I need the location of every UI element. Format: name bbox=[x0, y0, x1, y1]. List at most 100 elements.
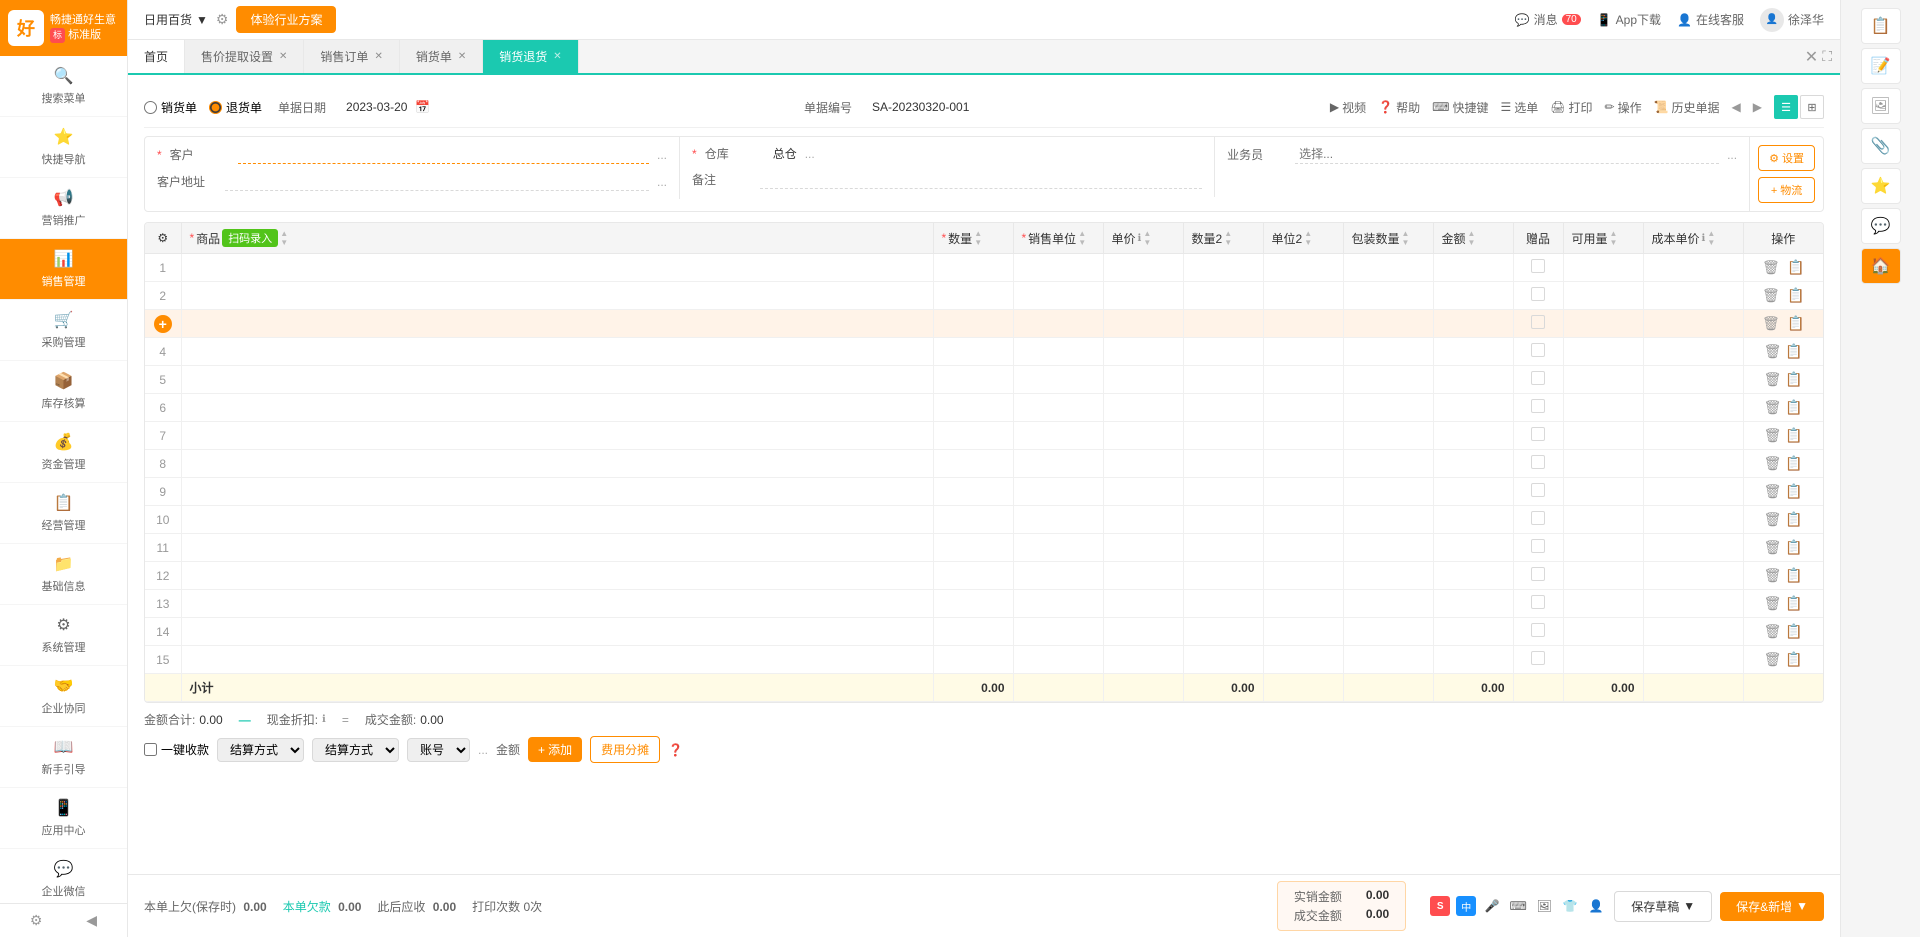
col-gear-header[interactable]: ⚙ bbox=[145, 223, 181, 254]
copy-row-1-icon[interactable]: 📋 bbox=[1787, 259, 1804, 275]
scan-input-button[interactable]: 扫码录入 bbox=[222, 229, 278, 247]
account-dots-icon[interactable]: ... bbox=[478, 743, 488, 757]
delete-row-3-icon[interactable]: 🗑 bbox=[1762, 315, 1780, 331]
taskbar-shirt-icon[interactable]: 👕 bbox=[1560, 896, 1580, 916]
product-cell-3[interactable] bbox=[181, 310, 933, 338]
unit-cell-1[interactable] bbox=[1013, 254, 1103, 282]
qty2-sort-icon[interactable]: ▲▼ bbox=[1224, 229, 1232, 247]
qty-cell-3[interactable] bbox=[933, 310, 1013, 338]
remark-input[interactable] bbox=[760, 170, 1202, 189]
copy-icon[interactable]: 📋 bbox=[1785, 511, 1802, 527]
online-service-btn[interactable]: 👤 在线客服 bbox=[1677, 11, 1744, 28]
discount-info-icon[interactable]: ℹ bbox=[322, 714, 326, 725]
sidebar-item-system[interactable]: ⚙ 系统管理 bbox=[0, 605, 127, 666]
delete-icon[interactable]: 🗑 bbox=[1764, 343, 1782, 359]
unit2-cell-2[interactable] bbox=[1263, 282, 1343, 310]
sidebar-item-purchase[interactable]: 🛒 采购管理 bbox=[0, 300, 127, 361]
sidebar-item-operations[interactable]: 📋 经营管理 bbox=[0, 483, 127, 544]
close-tab-icon[interactable]: ✕ bbox=[1805, 47, 1818, 67]
cost-sort-icon[interactable]: ▲▼ bbox=[1707, 229, 1715, 247]
logistics-btn[interactable]: + 物流 bbox=[1758, 177, 1815, 203]
amount-cell-3[interactable] bbox=[1433, 310, 1513, 338]
qty-sort-icon[interactable]: ▲▼ bbox=[974, 229, 982, 247]
expand-tab-icon[interactable]: ⛶ bbox=[1822, 48, 1832, 65]
pack-cell-2[interactable] bbox=[1343, 282, 1433, 310]
delete-icon[interactable]: 🗑 bbox=[1764, 455, 1782, 471]
right-panel-msg-btn[interactable]: 💬 bbox=[1861, 208, 1901, 244]
video-btn[interactable]: ▶ 视频 bbox=[1330, 99, 1366, 116]
available-cell-2[interactable] bbox=[1563, 282, 1643, 310]
account-select[interactable]: 账号 bbox=[407, 738, 470, 762]
pack-cell-1[interactable] bbox=[1343, 254, 1433, 282]
address-input[interactable] bbox=[225, 172, 649, 191]
delete-row-1-icon[interactable]: 🗑 bbox=[1762, 259, 1780, 275]
calendar-icon[interactable]: 📅 bbox=[415, 100, 430, 114]
delete-icon[interactable]: 🗑 bbox=[1764, 427, 1782, 443]
price-sort-icon[interactable]: ▲▼ bbox=[1143, 229, 1151, 247]
delete-icon[interactable]: 🗑 bbox=[1764, 511, 1782, 527]
sidebar-item-guide[interactable]: 📖 新手引导 bbox=[0, 727, 127, 788]
sidebar-item-sales[interactable]: 📊 销售管理 bbox=[0, 239, 127, 300]
address-select-icon[interactable]: ... bbox=[657, 175, 667, 189]
amount-cell-1[interactable] bbox=[1433, 254, 1513, 282]
delete-icon[interactable]: 🗑 bbox=[1764, 567, 1782, 583]
collapse-icon[interactable]: ◀ bbox=[86, 912, 97, 929]
radio-delivery[interactable]: 销货单 bbox=[144, 99, 197, 116]
qty2-cell-3[interactable] bbox=[1183, 310, 1263, 338]
sidebar-item-app-center[interactable]: 📱 应用中心 bbox=[0, 788, 127, 849]
unit2-sort-icon[interactable]: ▲▼ bbox=[1304, 229, 1312, 247]
tab-close-return[interactable]: ✕ bbox=[553, 51, 561, 62]
delete-icon[interactable]: 🗑 bbox=[1764, 371, 1782, 387]
customer-select-icon[interactable]: ... bbox=[657, 148, 667, 162]
copy-row-2-icon[interactable]: 📋 bbox=[1787, 287, 1804, 303]
delete-icon[interactable]: 🗑 bbox=[1764, 539, 1782, 555]
price-cell-1[interactable] bbox=[1103, 254, 1183, 282]
available-cell-1[interactable] bbox=[1563, 254, 1643, 282]
unit2-cell-3[interactable] bbox=[1263, 310, 1343, 338]
copy-icon[interactable]: 📋 bbox=[1785, 567, 1802, 583]
copy-icon[interactable]: 📋 bbox=[1785, 483, 1802, 499]
price-cell-3[interactable] bbox=[1103, 310, 1183, 338]
tab-close-delivery[interactable]: ✕ bbox=[458, 51, 466, 62]
copy-icon[interactable]: 📋 bbox=[1785, 623, 1802, 639]
pack-cell-3[interactable] bbox=[1343, 310, 1433, 338]
right-panel-home-btn[interactable]: 🏠 bbox=[1861, 248, 1901, 284]
delete-icon[interactable]: 🗑 bbox=[1764, 651, 1782, 667]
industry-selector[interactable]: 日用百货 ▼ bbox=[144, 11, 208, 28]
copy-icon[interactable]: 📋 bbox=[1785, 539, 1802, 555]
copy-icon[interactable]: 📋 bbox=[1785, 343, 1802, 359]
history-btn[interactable]: 📜 历史单据 bbox=[1654, 99, 1720, 116]
grid-view-btn[interactable]: ⊞ bbox=[1800, 95, 1824, 119]
price-info-icon[interactable]: ℹ bbox=[1138, 233, 1142, 244]
save-draft-button[interactable]: 保存草稿 ▼ bbox=[1614, 891, 1712, 922]
copy-icon[interactable]: 📋 bbox=[1785, 651, 1802, 667]
salesman-input[interactable] bbox=[1295, 145, 1719, 164]
delete-icon[interactable]: 🗑 bbox=[1764, 483, 1782, 499]
sidebar-item-finance[interactable]: 💰 资金管理 bbox=[0, 422, 127, 483]
tab-close-sales-order[interactable]: ✕ bbox=[374, 51, 382, 62]
sidebar-item-quick-nav[interactable]: ⭐ 快捷导航 bbox=[0, 117, 127, 178]
taskbar-key-icon[interactable]: ⌨ bbox=[1508, 896, 1528, 916]
qty2-cell-1[interactable] bbox=[1183, 254, 1263, 282]
warehouse-select-icon[interactable]: ... bbox=[805, 147, 815, 161]
unit-sort-icon[interactable]: ▲▼ bbox=[1078, 229, 1086, 247]
delete-row-2-icon[interactable]: 🗑 bbox=[1762, 287, 1780, 303]
gear-settings-icon[interactable]: ⚙ bbox=[157, 231, 168, 245]
delete-icon[interactable]: 🗑 bbox=[1764, 623, 1782, 639]
message-btn[interactable]: 💬 消息 70 bbox=[1515, 11, 1581, 28]
qty-cell-1[interactable] bbox=[933, 254, 1013, 282]
dropdown-arrow-icon[interactable]: ▼ bbox=[1683, 899, 1695, 913]
copy-icon[interactable]: 📋 bbox=[1785, 399, 1802, 415]
qty2-cell-2[interactable] bbox=[1183, 282, 1263, 310]
available-sort-icon[interactable]: ▲▼ bbox=[1610, 229, 1618, 247]
copy-row-3-icon[interactable]: 📋 bbox=[1787, 315, 1804, 331]
qty-cell-2[interactable] bbox=[933, 282, 1013, 310]
add-row-button[interactable]: + bbox=[154, 315, 172, 333]
sidebar-item-basic-info[interactable]: 📁 基础信息 bbox=[0, 544, 127, 605]
sidebar-item-corp-coop[interactable]: 🤝 企业协同 bbox=[0, 666, 127, 727]
delete-icon[interactable]: 🗑 bbox=[1764, 595, 1782, 611]
trial-button[interactable]: 体验行业方案 bbox=[236, 6, 336, 33]
product-sort-icon[interactable]: ▲▼ bbox=[280, 229, 288, 247]
amount-cell-2[interactable] bbox=[1433, 282, 1513, 310]
tab-close-price-setting[interactable]: ✕ bbox=[279, 51, 287, 62]
